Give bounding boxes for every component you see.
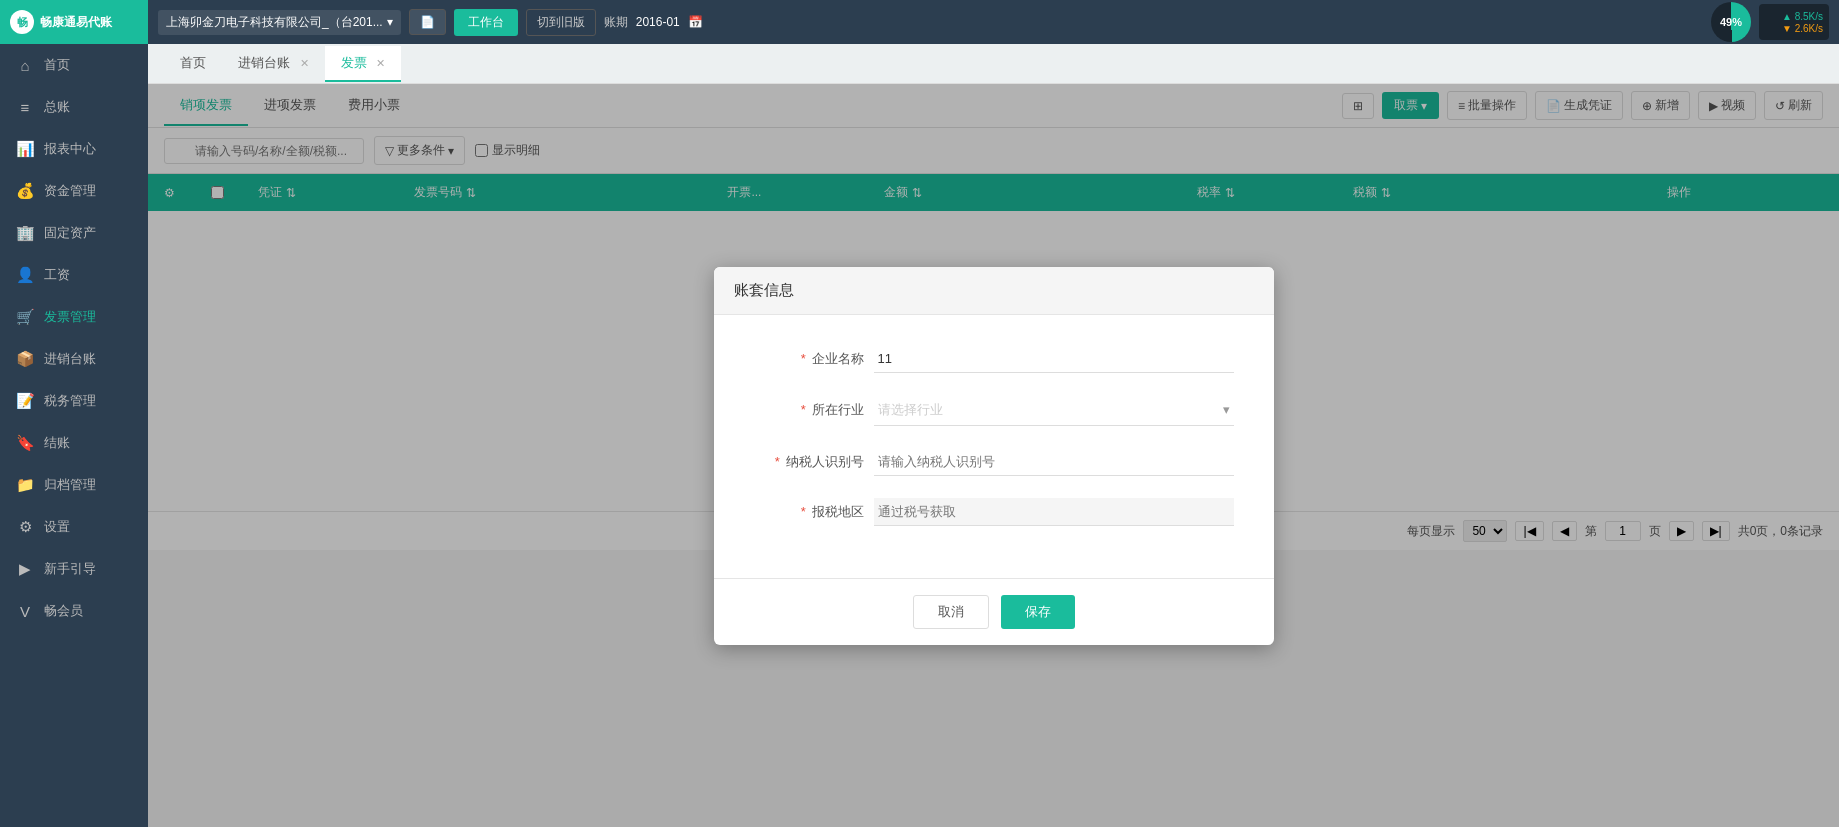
sidebar-label-archive: 归档管理 — [44, 476, 96, 494]
sidebar-label-home: 首页 — [44, 56, 70, 74]
form-row-company: * 企业名称 — [754, 345, 1234, 373]
form-row-tax-region: * 报税地区 — [754, 498, 1234, 526]
ledger-icon: ≡ — [16, 99, 34, 116]
settings-icon: ⚙ — [16, 518, 34, 536]
company-dropdown-icon: ▾ — [387, 15, 393, 29]
sidebar-item-archive[interactable]: 📁 归档管理 — [0, 464, 148, 506]
salary-icon: 👤 — [16, 266, 34, 284]
sidebar-label-assets: 固定资产 — [44, 224, 96, 242]
sidebar-item-tax[interactable]: 📝 税务管理 — [0, 380, 148, 422]
reports-icon: 📊 — [16, 140, 34, 158]
form-label-company: * 企业名称 — [754, 350, 874, 368]
sidebar-label-guide: 新手引导 — [44, 560, 96, 578]
sidebar-item-sales[interactable]: 📦 进销台账 — [0, 338, 148, 380]
sidebar: 畅 畅康通易代账 ⌂ 首页 ≡ 总账 📊 报表中心 💰 资金管理 🏢 固定资产 … — [0, 0, 148, 827]
sales-icon: 📦 — [16, 350, 34, 368]
tax-id-input[interactable] — [874, 448, 1234, 476]
sidebar-item-invoice[interactable]: 🛒 发票管理 — [0, 296, 148, 338]
form-row-industry: * 所在行业 请选择行业 ▾ — [754, 395, 1234, 426]
tax-icon: 📝 — [16, 392, 34, 410]
sidebar-label-ledger: 总账 — [44, 98, 70, 116]
modal-overlay: 账套信息 * 企业名称 * 所在行业 — [148, 84, 1839, 827]
speed-up: ▲ 8.5K/s — [1782, 11, 1823, 22]
content-area: 销项发票 进项发票 费用小票 ⊞ 取票 ▾ ≡ 批量操作 📄 — [148, 84, 1839, 827]
sidebar-label-tax: 税务管理 — [44, 392, 96, 410]
industry-select[interactable]: 请选择行业 ▾ — [874, 395, 1234, 426]
sidebar-item-checkout[interactable]: 🔖 结账 — [0, 422, 148, 464]
document-button[interactable]: 📄 — [409, 9, 446, 35]
main-area: 上海卯金刀电子科技有限公司_（台201... ▾ 📄 工作台 切到旧版 账期 2… — [148, 0, 1839, 827]
member-icon: V — [16, 603, 34, 620]
tab-bar: 首页 进销台账 ✕ 发票 ✕ — [148, 44, 1839, 84]
sidebar-item-funds[interactable]: 💰 资金管理 — [0, 170, 148, 212]
funds-icon: 💰 — [16, 182, 34, 200]
speed-widget: ▲ 8.5K/s ▼ 2.6K/s — [1759, 4, 1829, 40]
account-info-modal: 账套信息 * 企业名称 * 所在行业 — [714, 267, 1274, 645]
archive-icon: 📁 — [16, 476, 34, 494]
assets-icon: 🏢 — [16, 224, 34, 242]
sidebar-item-ledger[interactable]: ≡ 总账 — [0, 86, 148, 128]
logo-title: 畅康通易代账 — [40, 14, 112, 31]
sidebar-label-sales: 进销台账 — [44, 350, 96, 368]
modal-footer: 取消 保存 — [714, 578, 1274, 645]
form-label-tax-region: * 报税地区 — [754, 503, 874, 521]
company-selector[interactable]: 上海卯金刀电子科技有限公司_（台201... ▾ — [158, 10, 401, 35]
sidebar-label-salary: 工资 — [44, 266, 70, 284]
guide-icon: ▶ — [16, 560, 34, 578]
sidebar-item-assets[interactable]: 🏢 固定资产 — [0, 212, 148, 254]
modal-title: 账套信息 — [714, 267, 1274, 315]
home-icon: ⌂ — [16, 57, 34, 74]
form-label-industry: * 所在行业 — [754, 401, 874, 419]
form-row-tax-id: * 纳税人识别号 — [754, 448, 1234, 476]
workbench-button[interactable]: 工作台 — [454, 9, 518, 36]
sidebar-label-funds: 资金管理 — [44, 182, 96, 200]
sidebar-label-reports: 报表中心 — [44, 140, 96, 158]
period-label: 账期 2016-01 📅 — [604, 14, 703, 31]
sidebar-item-member[interactable]: V 畅会员 — [0, 590, 148, 632]
percent-circle: 49% — [1711, 2, 1751, 42]
tab-sales[interactable]: 进销台账 ✕ — [222, 46, 325, 82]
checkout-icon: 🔖 — [16, 434, 34, 452]
sidebar-item-salary[interactable]: 👤 工资 — [0, 254, 148, 296]
sidebar-item-reports[interactable]: 📊 报表中心 — [0, 128, 148, 170]
tab-invoice[interactable]: 发票 ✕ — [325, 46, 402, 82]
invoice-icon: 🛒 — [16, 308, 34, 326]
sidebar-item-settings[interactable]: ⚙ 设置 — [0, 506, 148, 548]
sidebar-label-invoice: 发票管理 — [44, 308, 96, 326]
sidebar-item-guide[interactable]: ▶ 新手引导 — [0, 548, 148, 590]
calendar-icon[interactable]: 📅 — [688, 15, 703, 29]
topbar: 上海卯金刀电子科技有限公司_（台201... ▾ 📄 工作台 切到旧版 账期 2… — [148, 0, 1839, 44]
old-version-button[interactable]: 切到旧版 — [526, 9, 596, 36]
modal-body: * 企业名称 * 所在行业 请选择行业 ▾ — [714, 315, 1274, 578]
speed-down: ▼ 2.6K/s — [1782, 23, 1823, 34]
sidebar-label-member: 畅会员 — [44, 602, 83, 620]
industry-dropdown-icon: ▾ — [1223, 402, 1230, 417]
tab-sales-close-icon[interactable]: ✕ — [300, 57, 309, 69]
company-name: 上海卯金刀电子科技有限公司_（台201... — [166, 14, 383, 31]
cancel-button[interactable]: 取消 — [913, 595, 989, 629]
form-label-tax-id: * 纳税人识别号 — [754, 453, 874, 471]
company-name-input[interactable] — [874, 345, 1234, 373]
topbar-right: 49% ▲ 8.5K/s ▼ 2.6K/s — [1711, 2, 1829, 42]
sidebar-label-checkout: 结账 — [44, 434, 70, 452]
tab-invoice-close-icon[interactable]: ✕ — [376, 57, 385, 69]
save-button[interactable]: 保存 — [1001, 595, 1075, 629]
sidebar-label-settings: 设置 — [44, 518, 70, 536]
sidebar-item-home[interactable]: ⌂ 首页 — [0, 44, 148, 86]
tax-region-input — [874, 498, 1234, 526]
tab-home[interactable]: 首页 — [164, 46, 222, 82]
logo-icon: 畅 — [10, 10, 34, 34]
logo: 畅 畅康通易代账 — [0, 0, 148, 44]
